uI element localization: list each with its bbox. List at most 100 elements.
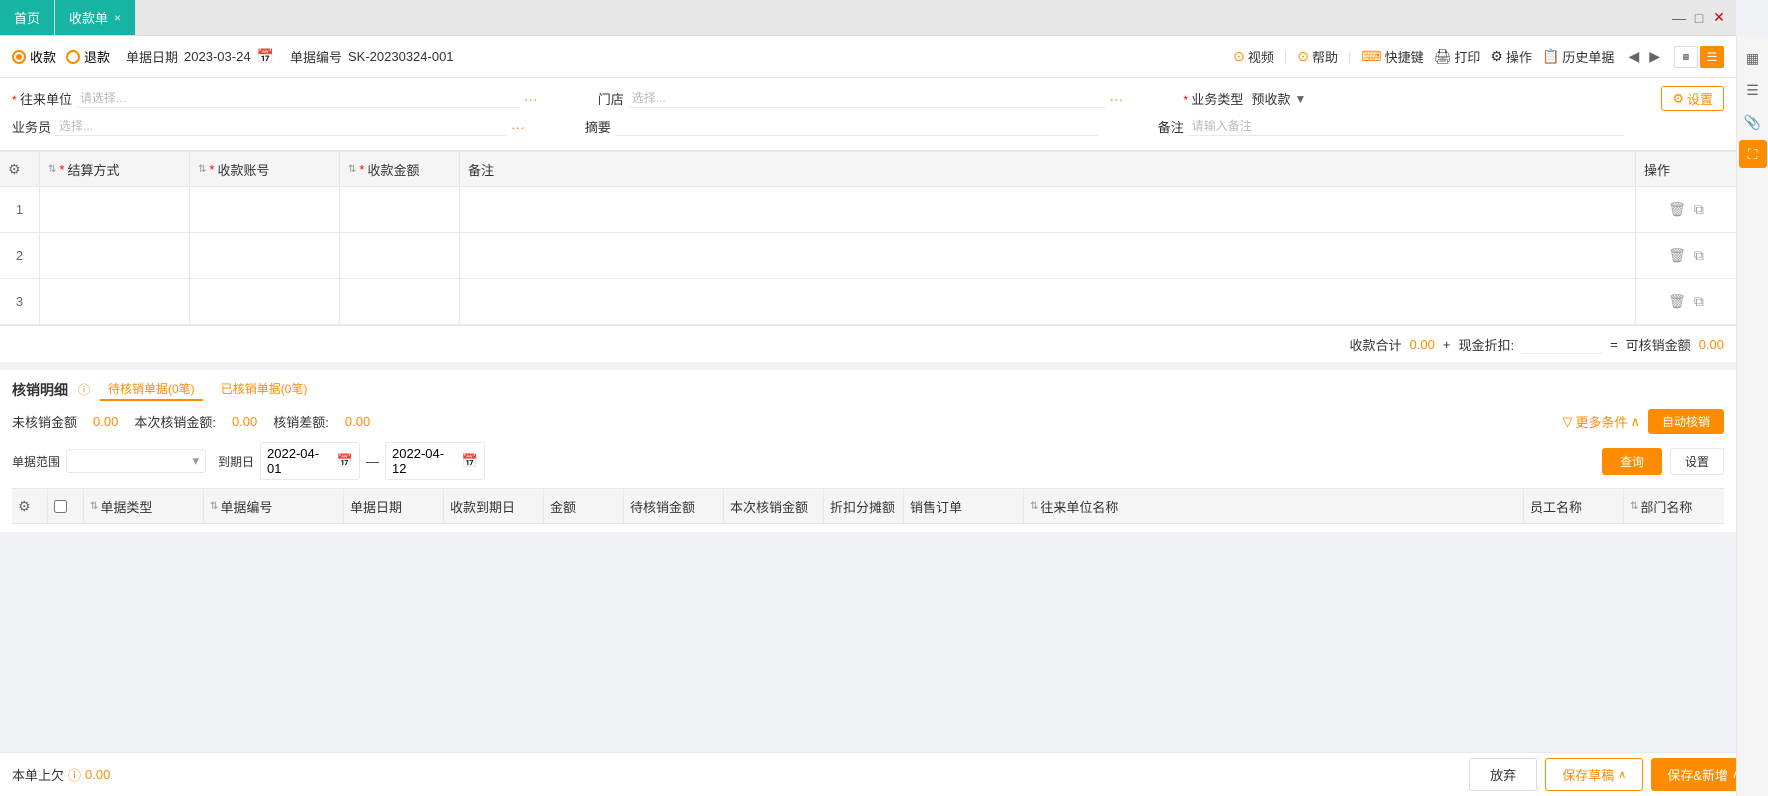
row-1-amount[interactable] — [340, 187, 460, 232]
staff-input[interactable] — [55, 117, 507, 136]
minimize-button[interactable]: — — [1670, 9, 1688, 27]
view-grid-icon[interactable]: ☰ — [1700, 46, 1724, 68]
bsort-2[interactable]: ⇅ — [210, 501, 218, 512]
calendar-icon[interactable]: 📅 — [257, 48, 274, 65]
calendar-icon-3[interactable]: 📅 — [462, 453, 478, 469]
sort-icon-3[interactable]: ⇅ — [348, 164, 356, 175]
bcol-due-date: 收款到期日 — [444, 489, 544, 523]
remark-input[interactable] — [1188, 117, 1624, 136]
plus-sign: + — [1443, 337, 1451, 352]
row-3-delete-icon[interactable]: 🗑 — [1668, 293, 1686, 310]
nav-next[interactable]: ▶ — [1645, 46, 1664, 67]
action-operate[interactable]: ⚙ 操作 — [1490, 47, 1532, 66]
row-2-actions: 🗑 ⧉ — [1636, 233, 1736, 278]
store-input[interactable] — [628, 89, 1106, 108]
sort-icon-2[interactable]: ⇅ — [198, 164, 206, 175]
filter-settings-button[interactable]: 设置 — [1670, 448, 1724, 475]
store-label: 门店 — [598, 89, 624, 108]
row-2-settlement[interactable] — [40, 233, 190, 278]
filter-row: 单据范围 ▾ 到期日 2022-04-01 📅 — 2022-04-12 📅 — [12, 442, 1724, 480]
counterpart-field: * 往来单位 ··· — [12, 89, 538, 108]
nav-prev[interactable]: ◀ — [1624, 46, 1643, 67]
row-2-account[interactable] — [190, 233, 340, 278]
footer-info-icon[interactable]: ⓘ — [68, 765, 81, 784]
row-1-account[interactable] — [190, 187, 340, 232]
range-select[interactable]: ▾ — [66, 449, 206, 473]
auto-writeoff-button[interactable]: 自动核销 — [1648, 409, 1724, 434]
date-label: 单据日期 — [126, 47, 178, 66]
row-3-remark[interactable] — [460, 279, 1636, 324]
row-3-amount[interactable] — [340, 279, 460, 324]
row-3-account[interactable] — [190, 279, 340, 324]
row-2-remark[interactable] — [460, 233, 1636, 278]
sidebar-table-icon[interactable]: ▦ — [1739, 44, 1767, 72]
discount-label: 现金折扣: — [1458, 335, 1514, 354]
video-label: 视频 — [1248, 47, 1274, 66]
sort-icon[interactable]: ⇅ — [48, 164, 56, 175]
settings-button[interactable]: ⚙ 设置 — [1661, 86, 1724, 111]
action-history[interactable]: 📋 历史单据 — [1542, 47, 1614, 66]
abandon-button[interactable]: 放弃 — [1469, 758, 1537, 791]
row-1-delete-icon[interactable]: 🗑 — [1668, 201, 1686, 218]
more-conditions-button[interactable]: ▽ 更多条件 ∧ — [1562, 412, 1640, 431]
available-label: 可核销金额 — [1626, 335, 1691, 354]
counterpart-input[interactable] — [76, 89, 520, 108]
date-from-input[interactable]: 2022-04-01 📅 — [260, 442, 360, 480]
col-remark: 备注 — [460, 152, 1636, 186]
sidebar-clip-icon[interactable]: 📎 — [1739, 108, 1767, 136]
radio-receipt[interactable]: 收款 — [12, 47, 56, 66]
filter-row-right: ▽ 更多条件 ∧ 自动核销 — [1562, 409, 1724, 434]
operate-label: 操作 — [1506, 47, 1532, 66]
bcol-company: ⇅ 往来单位名称 — [1024, 489, 1524, 523]
sidebar-expand-icon[interactable]: ⛶ — [1739, 140, 1767, 168]
row-3-settlement[interactable] — [40, 279, 190, 324]
save-draft-button[interactable]: 保存草稿 ∧ — [1545, 758, 1643, 791]
maximize-button[interactable]: □ — [1690, 9, 1708, 27]
date-label: 到期日 — [218, 453, 254, 470]
action-print[interactable]: 🖨 打印 — [1434, 47, 1481, 66]
calendar-icon-2[interactable]: 📅 — [337, 453, 353, 469]
action-shortcut[interactable]: ⌨ 快捷键 — [1361, 47, 1423, 66]
action-video[interactable]: ⊙ 视频 — [1233, 47, 1274, 66]
store-more-icon[interactable]: ··· — [1109, 91, 1123, 107]
radio-refund[interactable]: 退款 — [66, 47, 110, 66]
row-2-amount[interactable] — [340, 233, 460, 278]
row-1-settlement[interactable] — [40, 187, 190, 232]
row-3-copy-icon[interactable]: ⧉ — [1694, 293, 1704, 310]
writeoff-info-icon[interactable]: ⓘ — [78, 381, 90, 398]
bsort-4[interactable]: ⇅ — [1630, 501, 1638, 512]
counterpart-more-icon[interactable]: ··· — [524, 91, 538, 107]
staff-more-icon[interactable]: ··· — [511, 119, 525, 135]
tab-pending[interactable]: 待核销单据(0笔) — [100, 378, 203, 401]
row-2-copy-icon[interactable]: ⧉ — [1694, 247, 1704, 264]
table-gear-icon[interactable]: ⚙ — [8, 161, 21, 178]
close-button[interactable]: ✕ — [1710, 9, 1728, 27]
select-all-checkbox[interactable] — [54, 500, 67, 513]
help-label: 帮助 — [1312, 47, 1338, 66]
writeoff-stats: 未核销金额 0.00 本次核销金额: 0.00 核销差额: 0.00 ▽ 更多条… — [12, 409, 1724, 434]
bottom-gear-icon[interactable]: ⚙ — [18, 498, 31, 515]
bsort-1[interactable]: ⇅ — [90, 501, 98, 512]
summary-input[interactable] — [615, 117, 1098, 136]
receipt-table: ⚙ ⇅ * 结算方式 ⇅ * 收款账号 ⇅ * 收款金额 备注 操作 — [0, 151, 1736, 362]
right-sidebar: ▦ ☰ 📎 ⛶ — [1736, 36, 1768, 796]
tab-home[interactable]: 首页 — [0, 0, 55, 35]
action-help[interactable]: ⊙ 帮助 — [1297, 47, 1338, 66]
settings-label: 设置 — [1687, 89, 1713, 108]
bsort-3[interactable]: ⇅ — [1030, 501, 1038, 512]
row-1-remark[interactable] — [460, 187, 1636, 232]
row-2-delete-icon[interactable]: 🗑 — [1668, 247, 1686, 264]
sidebar-list-icon[interactable]: ☰ — [1739, 76, 1767, 104]
col-account-label: 收款账号 — [217, 160, 269, 179]
form-area: * 往来单位 ··· 门店 ··· * 业务类型 预收款 ▼ ⚙ 设置 — [0, 78, 1736, 151]
tab-receipt[interactable]: 收款单 × — [55, 0, 136, 35]
discount-input[interactable] — [1522, 334, 1602, 354]
tab-close-icon[interactable]: × — [114, 11, 121, 25]
business-type-dropdown[interactable]: ▼ — [1294, 92, 1306, 106]
tab-done[interactable]: 已核销单据(0笔) — [213, 378, 316, 401]
query-button[interactable]: 查询 — [1602, 448, 1662, 475]
view-list-icon[interactable]: ≡ — [1674, 46, 1698, 68]
row-1-copy-icon[interactable]: ⧉ — [1694, 201, 1704, 218]
date-to-input[interactable]: 2022-04-12 📅 — [385, 442, 485, 480]
operate-icon: ⚙ — [1490, 48, 1503, 65]
